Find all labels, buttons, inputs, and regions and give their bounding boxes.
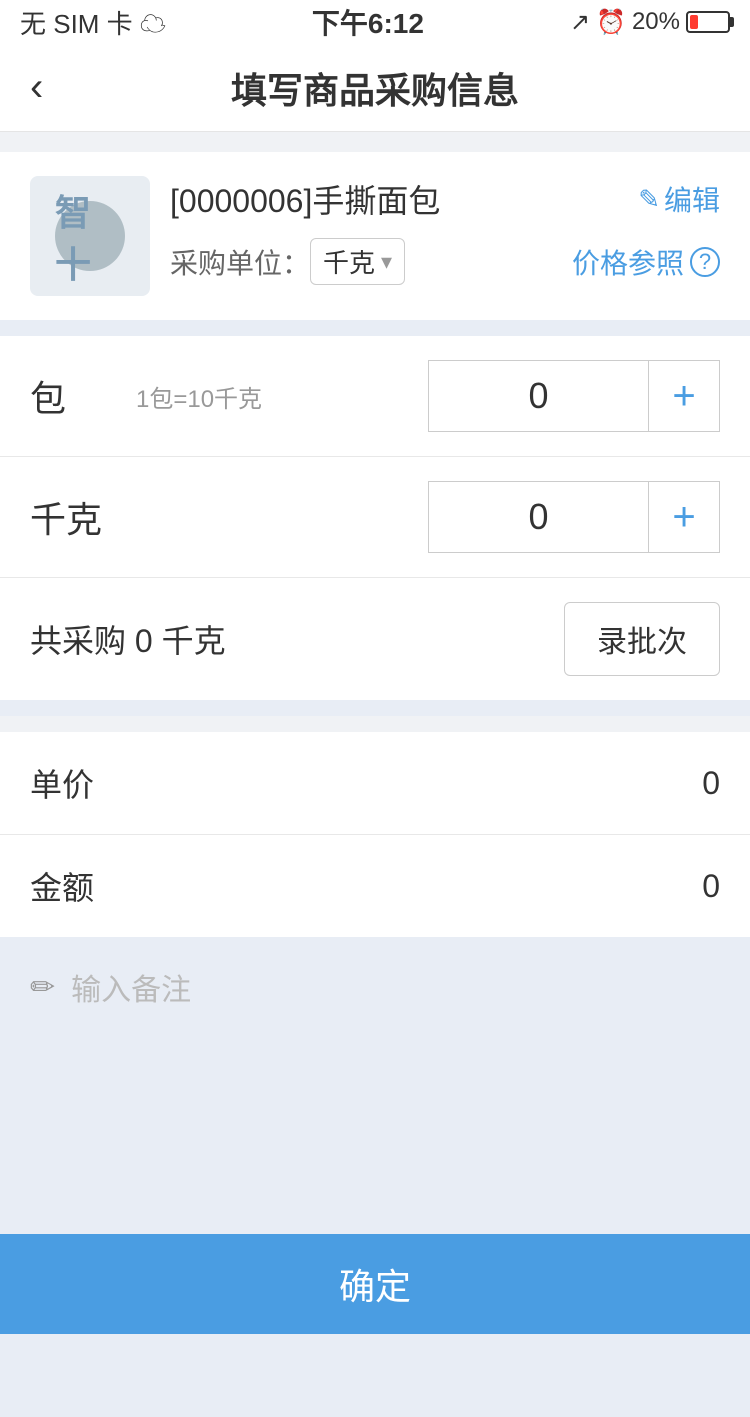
status-bar: 无 SIM 卡 ☁ 下午6:12 ↗ ⏰ 20% xyxy=(0,0,750,44)
product-info: [0000006]手撕面包 ✎ 编辑 采购单位： 千克 ▾ 价格参照 ? xyxy=(170,176,720,285)
kg-plus-button[interactable]: + xyxy=(648,481,720,553)
product-image: 智十 xyxy=(30,176,150,296)
confirm-button[interactable]: 确定 xyxy=(0,1234,750,1334)
product-logo: 智十 xyxy=(55,201,125,271)
edit-label: 编辑 xyxy=(664,179,720,219)
quantity-section: 包 1包=10千克 + 千克 + xyxy=(0,336,750,578)
kg-controls: + xyxy=(428,481,720,553)
status-left: 无 SIM 卡 ☁ xyxy=(20,4,166,41)
status-right: ↗ ⏰ 20% xyxy=(570,8,730,37)
product-unit-row: 采购单位： 千克 ▾ 价格参照 ? xyxy=(170,238,720,285)
owl-icon: 智十 xyxy=(55,184,125,288)
bag-quantity-row: 包 1包=10千克 + xyxy=(0,336,750,457)
unit-label: 采购单位： xyxy=(170,242,310,282)
section-separator-2 xyxy=(0,700,750,716)
total-text: 共采购 0 千克 xyxy=(30,616,226,662)
amount-value: 0 xyxy=(702,868,720,905)
back-button[interactable]: ‹ xyxy=(30,65,43,110)
remark-placeholder: 输入备注 xyxy=(71,965,191,1009)
total-row: 共采购 0 千克 录批次 xyxy=(0,578,750,700)
unit-price-label: 单价 xyxy=(30,760,94,806)
record-batch-button[interactable]: 录批次 xyxy=(564,602,720,676)
unit-select[interactable]: 千克 ▾ xyxy=(310,238,405,285)
edit-button[interactable]: ✎ 编辑 xyxy=(638,179,720,219)
amount-row: 金额 0 xyxy=(0,835,750,937)
price-ref-button[interactable]: 价格参照 ? xyxy=(572,242,720,282)
product-card: 智十 [0000006]手撕面包 ✎ 编辑 采购单位： 千克 ▾ 价格参照 ? xyxy=(0,152,750,320)
content-area xyxy=(0,1037,750,1417)
product-name: [0000006]手撕面包 xyxy=(170,176,440,222)
remark-section[interactable]: ✏ 输入备注 xyxy=(0,937,750,1037)
unit-arrow: ▾ xyxy=(381,249,392,275)
kg-quantity-row: 千克 + xyxy=(0,457,750,578)
bag-plus-button[interactable]: + xyxy=(648,360,720,432)
bag-label: 包 xyxy=(30,370,130,422)
price-ref-label: 价格参照 xyxy=(572,242,684,282)
location-icon: ↗ xyxy=(570,8,590,37)
nav-bar: ‹ 填写商品采购信息 xyxy=(0,44,750,132)
edit-icon: ✎ xyxy=(638,184,660,215)
battery-icon xyxy=(686,11,730,33)
bag-controls: + xyxy=(428,360,720,432)
unit-value: 千克 xyxy=(323,243,375,280)
pencil-icon: ✏ xyxy=(30,970,55,1005)
status-time: 下午6:12 xyxy=(312,2,424,42)
amount-label: 金额 xyxy=(30,863,94,909)
product-header: [0000006]手撕面包 ✎ 编辑 xyxy=(170,176,720,222)
help-icon: ? xyxy=(690,247,720,277)
price-section: 单价 0 金额 0 xyxy=(0,732,750,937)
battery-percent: 20% xyxy=(632,8,680,36)
bag-input[interactable] xyxy=(428,360,648,432)
kg-input[interactable] xyxy=(428,481,648,553)
bag-sublabel: 1包=10千克 xyxy=(136,379,262,414)
unit-left: 采购单位： 千克 ▾ xyxy=(170,238,405,285)
alarm-icon: ⏰ xyxy=(596,8,626,37)
sim-status: 无 SIM 卡 ☁ xyxy=(20,4,166,41)
unit-price-value: 0 xyxy=(702,765,720,802)
kg-label: 千克 xyxy=(30,491,130,543)
unit-price-row: 单价 0 xyxy=(0,732,750,835)
section-separator xyxy=(0,320,750,336)
page-title: 填写商品采购信息 xyxy=(231,62,519,114)
